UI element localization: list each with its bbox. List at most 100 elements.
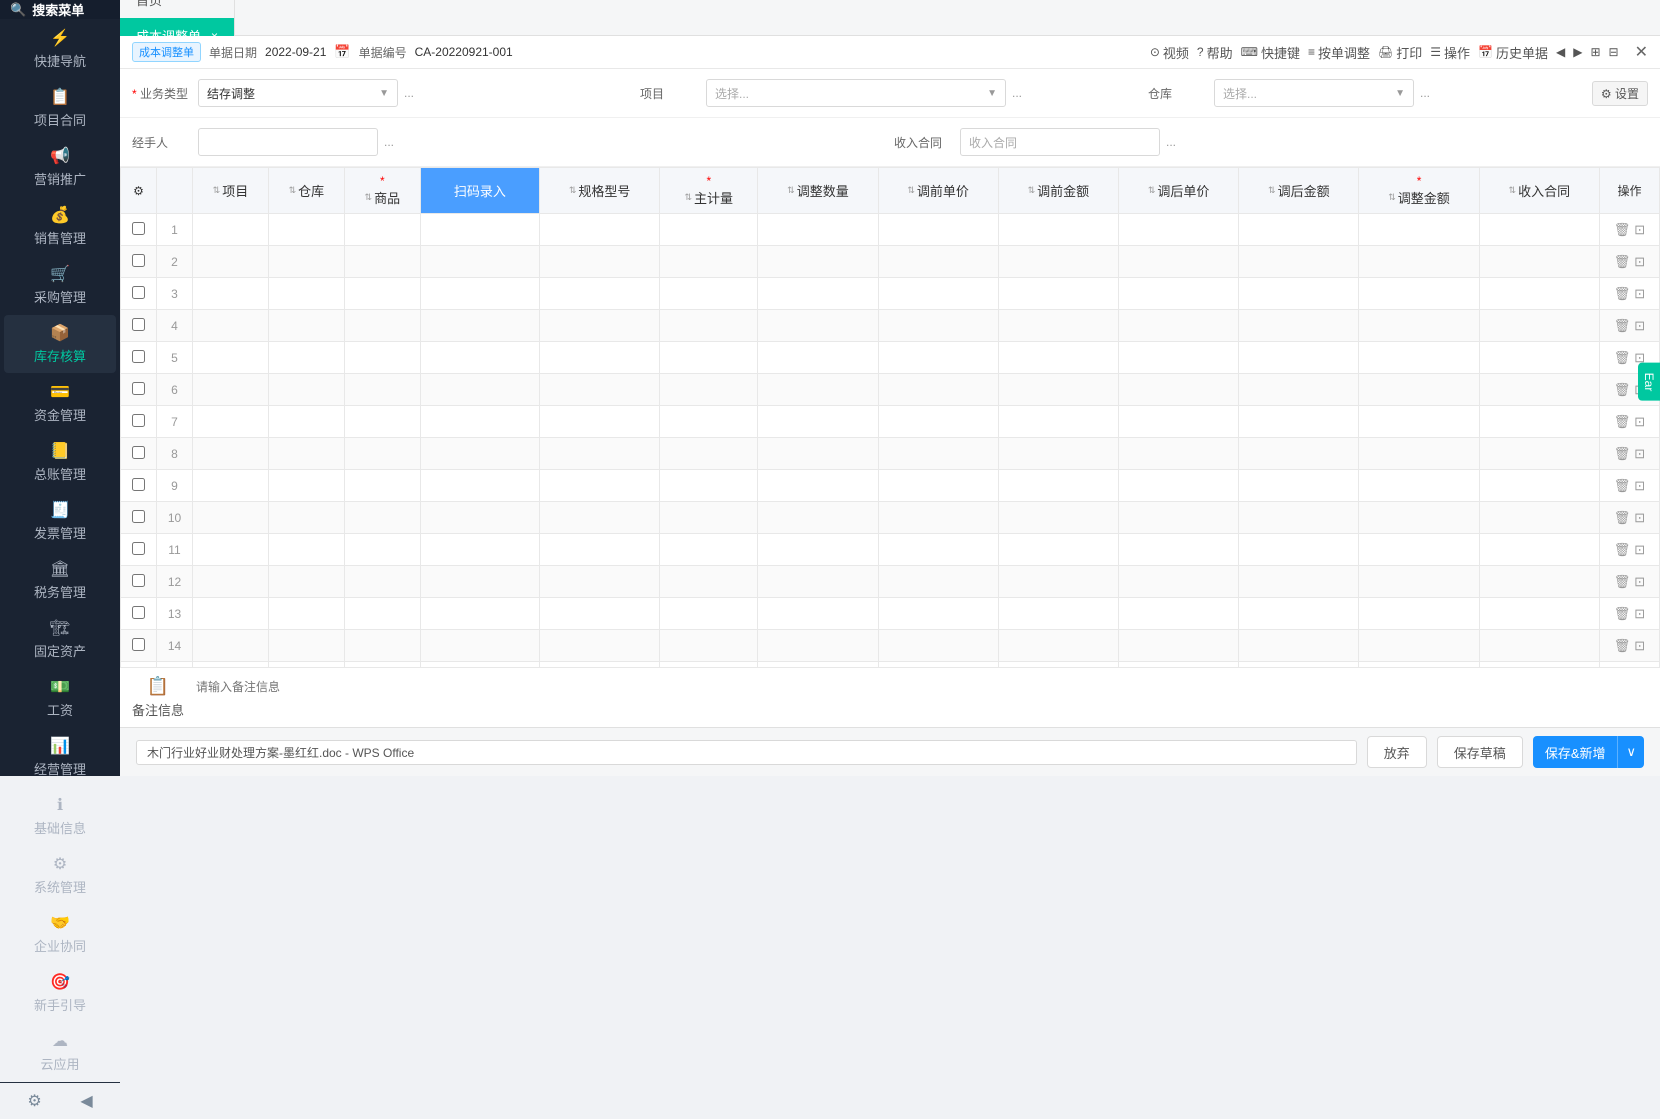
cell-adj-qty-2[interactable]	[758, 246, 878, 278]
col-scan-input[interactable]: 扫码录入	[420, 168, 539, 214]
row-checkbox-10[interactable]	[121, 502, 157, 534]
cell-unit-2[interactable]	[660, 246, 758, 278]
cell-prev-amount-6[interactable]	[998, 374, 1118, 406]
save-new-main[interactable]: 保存&新增	[1533, 736, 1619, 768]
cell-prev-price-10[interactable]	[878, 502, 998, 534]
row-checkbox-7[interactable]	[121, 406, 157, 438]
cell-adj-amount-1[interactable]	[1359, 214, 1479, 246]
copy-icon-8[interactable]: ⊡	[1634, 446, 1645, 462]
cell-scan-12[interactable]	[420, 566, 539, 598]
copy-icon-3[interactable]: ⊡	[1634, 286, 1645, 302]
cell-income-contract-2[interactable]	[1479, 246, 1599, 278]
cell-after-amount-12[interactable]	[1239, 566, 1359, 598]
cell-prev-price-14[interactable]	[878, 630, 998, 662]
cell-spec-5[interactable]	[540, 342, 660, 374]
cell-project-6[interactable]	[193, 374, 269, 406]
cell-prev-amount-4[interactable]	[998, 310, 1118, 342]
help-btn[interactable]: ? 帮助	[1197, 43, 1233, 62]
cell-project-3[interactable]	[193, 278, 269, 310]
cell-warehouse-6[interactable]	[268, 374, 344, 406]
cell-unit-8[interactable]	[660, 438, 758, 470]
cell-warehouse-2[interactable]	[268, 246, 344, 278]
cell-income-contract-1[interactable]	[1479, 214, 1599, 246]
cell-product-10[interactable]	[344, 502, 420, 534]
sidebar-item-sales-mgmt[interactable]: 💰销售管理	[4, 197, 116, 255]
cell-warehouse-8[interactable]	[268, 438, 344, 470]
cell-product-2[interactable]	[344, 246, 420, 278]
row-checkbox-14[interactable]	[121, 630, 157, 662]
cell-adj-amount-11[interactable]	[1359, 534, 1479, 566]
cell-spec-9[interactable]	[540, 470, 660, 502]
cell-spec-10[interactable]	[540, 502, 660, 534]
delete-icon-12[interactable]: 🗑	[1614, 574, 1631, 590]
cell-after-price-14[interactable]	[1118, 630, 1238, 662]
handler-select[interactable]	[198, 128, 378, 156]
cell-scan-2[interactable]	[420, 246, 539, 278]
cell-after-price-3[interactable]	[1118, 278, 1238, 310]
notes-input[interactable]	[192, 676, 1648, 698]
cell-project-13[interactable]	[193, 598, 269, 630]
copy-icon-10[interactable]: ⊡	[1634, 510, 1645, 526]
delete-icon-9[interactable]: 🗑	[1614, 478, 1631, 494]
cell-after-amount-7[interactable]	[1239, 406, 1359, 438]
delete-icon-7[interactable]: 🗑	[1614, 414, 1631, 430]
cell-prev-price-3[interactable]	[878, 278, 998, 310]
cell-warehouse-11[interactable]	[268, 534, 344, 566]
cell-project-4[interactable]	[193, 310, 269, 342]
cell-unit-9[interactable]	[660, 470, 758, 502]
copy-icon-12[interactable]: ⊡	[1634, 574, 1645, 590]
sidebar-logo-text[interactable]: 搜索菜单	[32, 0, 84, 19]
delete-icon-1[interactable]: 🗑	[1614, 222, 1631, 238]
cell-adj-qty-4[interactable]	[758, 310, 878, 342]
copy-icon-9[interactable]: ⊡	[1634, 478, 1645, 494]
cell-scan-7[interactable]	[420, 406, 539, 438]
save-draft-button[interactable]: 保存草稿	[1437, 736, 1523, 768]
row-checkbox-3[interactable]	[121, 278, 157, 310]
sidebar-item-ops-mgmt[interactable]: 📊经营管理	[4, 728, 116, 786]
income-contract-dots[interactable]: ...	[1166, 135, 1176, 149]
next-btn[interactable]: ▶	[1573, 45, 1582, 59]
cell-adj-amount-8[interactable]	[1359, 438, 1479, 470]
cell-scan-1[interactable]	[420, 214, 539, 246]
cell-adj-amount-10[interactable]	[1359, 502, 1479, 534]
cell-adj-qty-10[interactable]	[758, 502, 878, 534]
cell-income-contract-12[interactable]	[1479, 566, 1599, 598]
sidebar-item-sales-promo[interactable]: 📢营销推广	[4, 138, 116, 196]
cell-product-6[interactable]	[344, 374, 420, 406]
cell-unit-12[interactable]	[660, 566, 758, 598]
sidebar-item-beginner-guide[interactable]: 🎯新手引导	[4, 964, 116, 1022]
cell-after-price-12[interactable]	[1118, 566, 1238, 598]
sidebar-item-payroll[interactable]: 💵工资	[4, 669, 116, 727]
cell-income-contract-9[interactable]	[1479, 470, 1599, 502]
delete-icon-10[interactable]: 🗑	[1614, 510, 1631, 526]
cell-after-price-13[interactable]	[1118, 598, 1238, 630]
cell-after-amount-13[interactable]	[1239, 598, 1359, 630]
copy-icon-13[interactable]: ⊡	[1634, 606, 1645, 622]
cell-spec-8[interactable]	[540, 438, 660, 470]
save-new-arrow[interactable]: ∨	[1618, 736, 1644, 768]
cell-prev-price-12[interactable]	[878, 566, 998, 598]
cell-spec-1[interactable]	[540, 214, 660, 246]
cell-prev-amount-11[interactable]	[998, 534, 1118, 566]
cell-scan-9[interactable]	[420, 470, 539, 502]
sidebar-item-sys-mgmt[interactable]: ⚙系统管理	[4, 846, 116, 904]
cell-scan-11[interactable]	[420, 534, 539, 566]
business-type-dots[interactable]: ...	[404, 86, 414, 100]
cell-after-price-9[interactable]	[1118, 470, 1238, 502]
cell-product-12[interactable]	[344, 566, 420, 598]
cell-adj-qty-13[interactable]	[758, 598, 878, 630]
cell-income-contract-5[interactable]	[1479, 342, 1599, 374]
cell-product-4[interactable]	[344, 310, 420, 342]
cell-product-5[interactable]	[344, 342, 420, 374]
cell-project-1[interactable]	[193, 214, 269, 246]
cell-project-9[interactable]	[193, 470, 269, 502]
cell-after-price-8[interactable]	[1118, 438, 1238, 470]
cell-after-price-1[interactable]	[1118, 214, 1238, 246]
cell-prev-amount-5[interactable]	[998, 342, 1118, 374]
cell-after-amount-5[interactable]	[1239, 342, 1359, 374]
cell-scan-3[interactable]	[420, 278, 539, 310]
close-btn[interactable]: ✕	[1635, 42, 1648, 62]
cell-after-amount-2[interactable]	[1239, 246, 1359, 278]
cell-product-9[interactable]	[344, 470, 420, 502]
sidebar-item-inventory-calc[interactable]: 📦库存核算	[4, 315, 116, 373]
